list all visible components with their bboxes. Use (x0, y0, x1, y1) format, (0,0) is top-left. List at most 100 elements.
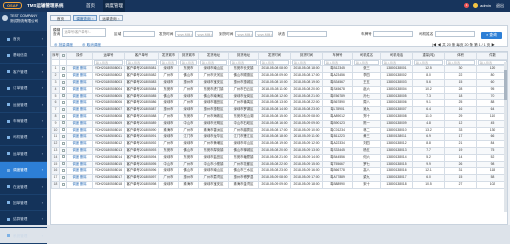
column-filter-input[interactable]: 输入筛选 (260, 60, 289, 65)
logout-button[interactable]: 退出 (496, 3, 504, 8)
sidebar-item[interactable]: 系统管理 › (0, 228, 47, 244)
column-header[interactable]: 到货时间 (290, 52, 323, 60)
row-checkbox[interactable] (61, 148, 65, 152)
table-row[interactable]: 13 调度 删除 YDH20180508013 客户单号201805093 东莞市 佛山市… (51, 146, 507, 155)
sidebar-item[interactable]: 在途管理 › (0, 179, 47, 195)
scrollbar-thumb[interactable] (504, 70, 507, 100)
status-select[interactable] (287, 31, 327, 37)
table-row[interactable]: 9 调度 删除 YDH20180508009 客户单号201805089 深圳市 中山市深… (51, 119, 507, 128)
row-checkbox[interactable] (61, 73, 65, 77)
column-header[interactable] (59, 52, 67, 60)
column-filter-input[interactable]: 输入筛选 (292, 60, 321, 65)
table-row[interactable]: 2 调度 删除 YDH20180508002 客户单号201805082 广州市 佛山市广… (51, 72, 507, 80)
sidebar-item[interactable]: 运单管理 › (0, 146, 47, 163)
table-row[interactable]: 5 调度 删除 YDH20180508005 客户单号201805085 佛山市 深圳市佛… (51, 92, 507, 101)
tab-dispatch-query[interactable]: 调度查询× (73, 15, 97, 21)
row-checkbox[interactable] (61, 114, 65, 118)
column-filter-input[interactable]: 输入筛选 (324, 60, 351, 65)
sidebar-item[interactable]: 基础信息 › (0, 47, 47, 64)
username[interactable]: admin (480, 3, 491, 8)
table-row[interactable]: 16 调度 删除 YDH20180508016 客户单号201805096 深圳市 佛山市… (51, 167, 507, 176)
column-filter-input[interactable]: 输入筛选 (200, 60, 227, 65)
sidebar-item[interactable]: 司机管理 › (0, 129, 47, 146)
column-filter-input[interactable]: 输入筛选 (478, 60, 507, 65)
column-header[interactable]: 发货地址 (198, 52, 229, 60)
row-action-link[interactable]: 调度 删除 (72, 148, 86, 152)
depart-from-input[interactable]: yyyy-MM-dd (175, 31, 193, 37)
nav-dispatch[interactable]: 调度管理 (103, 0, 125, 12)
column-filter-input[interactable]: 输入筛选 (160, 60, 177, 65)
close-icon[interactable]: × (118, 17, 120, 21)
row-checkbox[interactable] (61, 87, 65, 91)
column-header[interactable]: 操作 (66, 52, 93, 60)
column-header[interactable]: 体积 (444, 52, 477, 60)
row-action-link[interactable]: 调度 删除 (72, 176, 86, 180)
row-action-link[interactable]: 调度 删除 (72, 155, 86, 159)
select-all-checkbox[interactable] (61, 53, 65, 57)
row-checkbox[interactable] (61, 175, 65, 179)
close-icon[interactable]: × (92, 17, 94, 21)
sidebar-item[interactable]: 调度管理 › (0, 162, 47, 179)
row-checkbox[interactable] (61, 168, 65, 172)
next-page-icon[interactable]: ▶ (491, 43, 495, 47)
row-action-link[interactable]: 调度 删除 (72, 114, 86, 118)
row-checkbox[interactable] (61, 67, 65, 71)
avatar[interactable] (473, 3, 479, 9)
row-checkbox[interactable] (61, 182, 65, 186)
sidebar-item[interactable]: 回单管理 › (0, 195, 47, 212)
table-row[interactable]: 4 调度 删除 YDH20180508004 客户单号201805084 东莞市 广州市东… (51, 85, 507, 94)
column-header[interactable]: 序号 (51, 52, 60, 60)
row-checkbox[interactable] (61, 162, 65, 166)
column-filter-input[interactable]: 输入筛选 (414, 60, 443, 65)
row-action-link[interactable]: 调度 删除 (72, 169, 86, 173)
table-row[interactable]: 7 调度 删除 YDH20180508007 客户单号201805087 惠州市 深圳市惠… (51, 106, 507, 114)
region-select[interactable] (123, 31, 155, 37)
tab-waybill-query[interactable]: 运单查询× (99, 15, 123, 21)
nav-home[interactable]: 首页 (86, 3, 95, 9)
table-row[interactable]: 18 调度 删除 YDH20180508018 客户单号201805098 深圳市 珠海市… (51, 180, 507, 189)
column-header[interactable]: 司机电话 (380, 52, 413, 60)
column-header[interactable]: 件数 (476, 52, 507, 60)
row-action-link[interactable]: 调度 删除 (72, 74, 86, 78)
batch-dispatch-button[interactable]: ⊕ 批量调度 (54, 42, 73, 48)
driver-input[interactable] (435, 31, 475, 37)
column-header[interactable]: 到货城市 (178, 52, 199, 60)
query-button[interactable]: ⌕ 查询 (481, 32, 502, 39)
depart-to-input[interactable]: yyyy-MM-dd (195, 31, 213, 37)
row-action-link[interactable]: 调度 删除 (72, 80, 86, 84)
cancel-dispatch-button[interactable]: ⊕ 取消调度 (82, 42, 101, 48)
row-action-link[interactable]: 调度 删除 (72, 182, 86, 186)
scrollbar[interactable] (504, 62, 507, 212)
row-checkbox[interactable] (61, 128, 65, 132)
table-row[interactable]: 17 调度 删除 YDH20180508017 客户单号201805097 广州市 惠州市… (51, 174, 507, 182)
row-checkbox[interactable] (61, 101, 65, 104)
sidebar-item[interactable]: 车辆管理 › (0, 113, 47, 130)
sidebar-item[interactable]: 首页 › (0, 31, 47, 48)
row-checkbox[interactable] (61, 94, 65, 98)
row-action-link[interactable]: 调度 删除 (72, 142, 86, 146)
column-header[interactable]: 发货时间 (258, 52, 291, 60)
column-header[interactable]: 车牌号 (322, 52, 353, 60)
arrive-from-input[interactable]: yyyy-MM-dd (235, 31, 253, 37)
prev-page-icon[interactable]: ◀ (438, 43, 442, 47)
row-action-link[interactable]: 调度 删除 (72, 94, 86, 98)
column-header[interactable]: 司机姓名 (352, 52, 381, 60)
column-filter-input[interactable]: 输入筛选 (354, 60, 379, 65)
table-row[interactable]: 6 调度 删除 YDH20180508006 客户单号201805086 深圳市 广州市深… (51, 99, 507, 108)
arrive-to-input[interactable]: yyyy-MM-dd (255, 31, 273, 37)
table-row[interactable]: 15 调度 删除 YDH20180508015 客户单号201805095 中山市 广州市… (51, 160, 507, 169)
column-header[interactable]: 到货地址 (228, 52, 259, 60)
table-row[interactable]: 14 调度 删除 YDH20180508014 客户单号201805094 深圳市 东莞市… (51, 153, 507, 162)
table-row[interactable]: 8 调度 删除 YDH20180508008 客户单号201805088 广州市 东莞市广… (51, 112, 507, 121)
column-filter-input[interactable]: 输入筛选 (94, 60, 123, 65)
sidebar-item[interactable]: 运营管理 › (0, 97, 47, 113)
table-row[interactable]: 1 调度 删除 YDH20180508001 客户单号201805081 深圳市 东莞市深… (51, 65, 507, 74)
row-action-link[interactable]: 调度 删除 (72, 162, 86, 166)
row-action-link[interactable]: 调度 删除 (72, 128, 86, 132)
row-action-link[interactable]: 调度 删除 (72, 121, 86, 125)
column-header[interactable]: 重量(吨) (412, 52, 445, 60)
column-header[interactable]: 客户单号 (124, 52, 159, 60)
row-action-link[interactable]: 调度 删除 (72, 135, 86, 139)
first-page-icon[interactable]: |◀ (432, 43, 437, 47)
row-checkbox[interactable] (61, 80, 65, 84)
